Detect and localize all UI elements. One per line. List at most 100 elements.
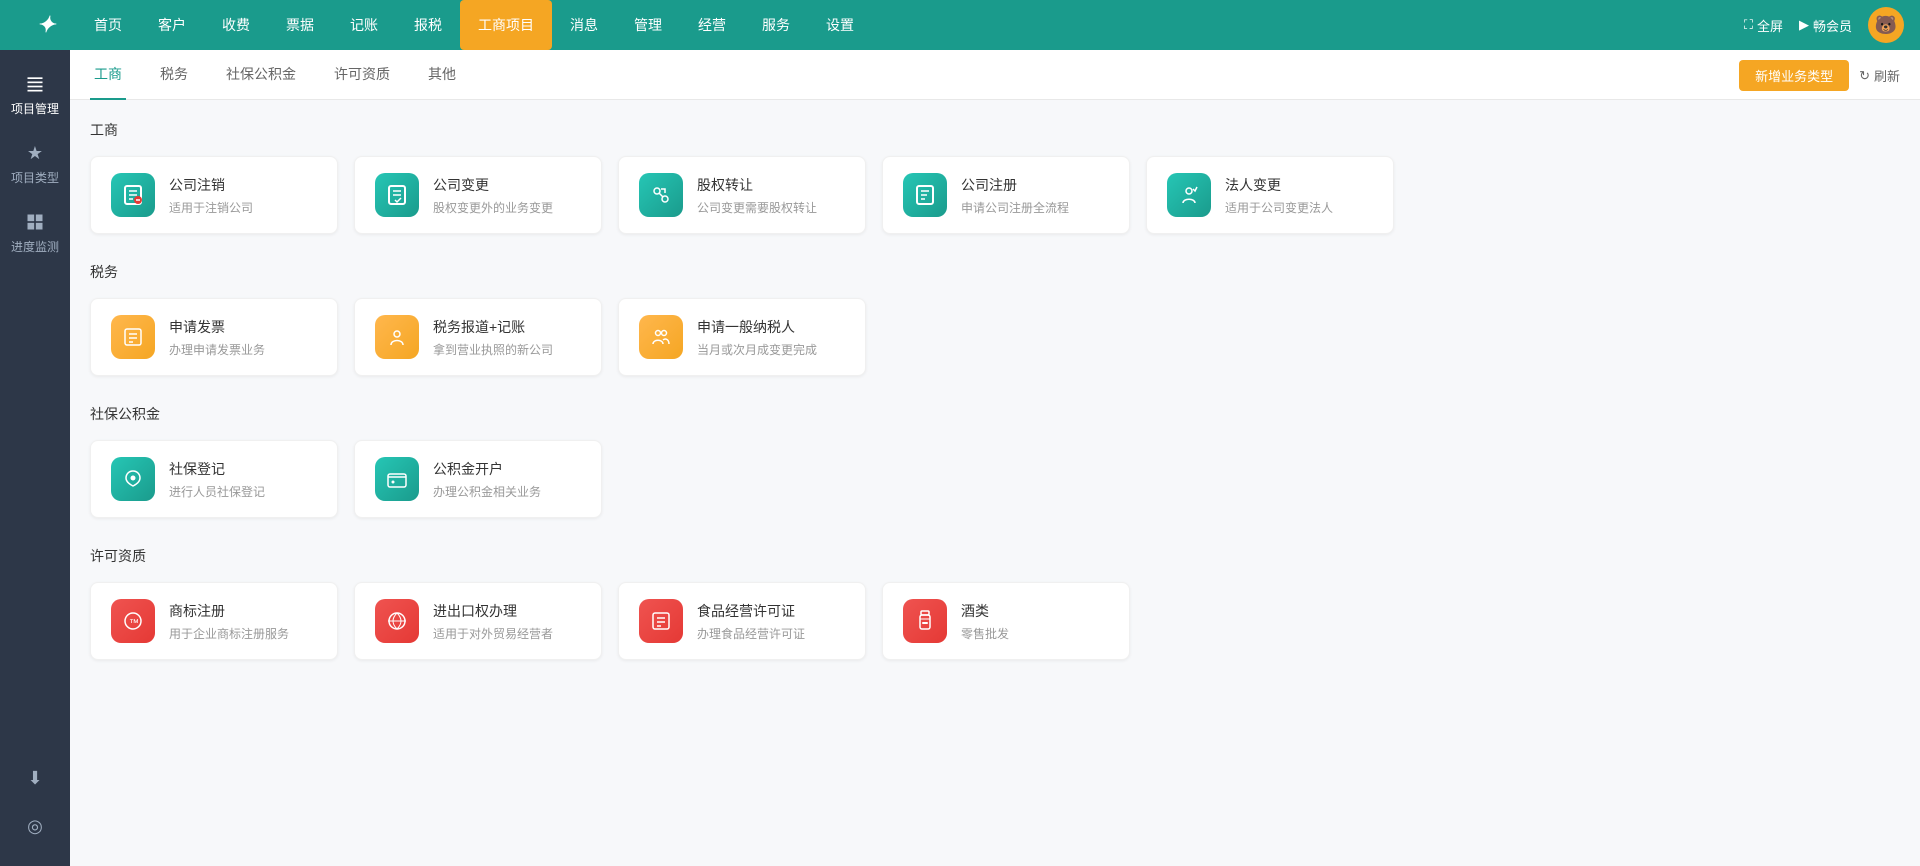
- import-export-icon: [375, 599, 419, 643]
- vip-button[interactable]: ▶ 畅会员: [1799, 16, 1852, 35]
- card-text-company-register: 公司注册 申请公司注册全流程: [961, 175, 1069, 216]
- tax-report-icon: [375, 315, 419, 359]
- top-nav-right: ⛶ 全屏 ▶ 畅会员 🐻: [1744, 7, 1904, 43]
- nav-items: 首页 客户 收费 票据 记账 报税 工商项目 消息 管理 经营 服务 设置: [76, 0, 1744, 50]
- nav-tax[interactable]: 报税: [396, 0, 460, 50]
- main-layout: 项目管理 ★ 项目类型 进度监测 ⬇ ◎ 工商 税务 社保公积金 许可资质 其他: [0, 50, 1920, 866]
- nav-home[interactable]: 首页: [76, 0, 140, 50]
- card-text-general-taxpayer: 申请一般纳税人 当月或次月成变更完成: [697, 317, 817, 358]
- legal-change-icon: [1167, 173, 1211, 217]
- card-trademark[interactable]: ™ 商标注册 用于企业商标注册服务: [90, 582, 338, 660]
- location-button[interactable]: ◎: [15, 806, 55, 846]
- refresh-icon: ↻: [1859, 68, 1870, 84]
- tab-bar: 工商 税务 社保公积金 许可资质 其他 新增业务类型 ↻ 刷新: [70, 50, 1920, 100]
- section-title-business: 工商: [90, 120, 1900, 140]
- card-equity-transfer[interactable]: 股权转让 公司变更需要股权转让: [618, 156, 866, 234]
- download-button[interactable]: ⬇: [15, 758, 55, 798]
- card-general-taxpayer[interactable]: 申请一般纳税人 当月或次月成变更完成: [618, 298, 866, 376]
- nav-messages[interactable]: 消息: [552, 0, 616, 50]
- nav-services[interactable]: 服务: [744, 0, 808, 50]
- tab-tax[interactable]: 税务: [156, 50, 192, 100]
- company-change-icon: [375, 173, 419, 217]
- sidebar-item-project-types[interactable]: ★ 项目类型: [0, 129, 70, 198]
- sidebar-item-label: 进度监测: [11, 238, 59, 255]
- top-navigation: ✦ 首页 客户 收费 票据 记账 报税 工商项目 消息 管理 经营 服务 设置 …: [0, 0, 1920, 50]
- card-alcohol[interactable]: 酒类 零售批发: [882, 582, 1130, 660]
- card-tax-report[interactable]: 税务报道+记账 拿到营业执照的新公司: [354, 298, 602, 376]
- social-register-icon: [111, 457, 155, 501]
- nav-accounting[interactable]: 记账: [332, 0, 396, 50]
- section-title-social: 社保公积金: [90, 404, 1900, 424]
- svg-text:™: ™: [129, 618, 139, 629]
- tab-business[interactable]: 工商: [90, 50, 126, 100]
- sidebar-item-progress-monitor[interactable]: 进度监测: [0, 198, 70, 267]
- star-icon: ★: [23, 141, 47, 165]
- grid-icon: [23, 210, 47, 234]
- card-text-tax-report: 税务报道+记账 拿到营业执照的新公司: [433, 317, 553, 358]
- card-text-invoice-apply: 申请发票 办理申请发票业务: [169, 317, 265, 358]
- card-text-equity-transfer: 股权转让 公司变更需要股权转让: [697, 175, 817, 216]
- section-business: 工商 公司注销 适用于注销公司: [90, 120, 1900, 234]
- nav-fees[interactable]: 收费: [204, 0, 268, 50]
- nav-settings[interactable]: 设置: [808, 0, 872, 50]
- food-license-icon: [639, 599, 683, 643]
- card-text-food-license: 食品经营许可证 办理食品经营许可证: [697, 601, 805, 642]
- card-text-company-cancel: 公司注销 适用于注销公司: [169, 175, 253, 216]
- tab-actions: 新增业务类型 ↻ 刷新: [1739, 60, 1900, 99]
- nav-customers[interactable]: 客户: [140, 0, 204, 50]
- license-cards-grid: ™ 商标注册 用于企业商标注册服务 进出口权办理: [90, 582, 1900, 660]
- card-text-alcohol: 酒类 零售批发: [961, 601, 1009, 642]
- card-text-trademark: 商标注册 用于企业商标注册服务: [169, 601, 289, 642]
- section-license: 许可资质 ™ 商标注册 用于企业商标注册服务: [90, 546, 1900, 660]
- nav-business[interactable]: 工商项目: [460, 0, 552, 50]
- card-invoice-apply[interactable]: 申请发票 办理申请发票业务: [90, 298, 338, 376]
- trademark-icon: ™: [111, 599, 155, 643]
- card-fund-open[interactable]: 公积金开户 办理公积金相关业务: [354, 440, 602, 518]
- card-text-legal-change: 法人变更 适用于公司变更法人: [1225, 175, 1333, 216]
- sidebar-item-label: 项目管理: [11, 100, 59, 117]
- fullscreen-button[interactable]: ⛶ 全屏: [1744, 16, 1783, 35]
- vip-icon: ▶: [1799, 17, 1809, 33]
- card-food-license[interactable]: 食品经营许可证 办理食品经营许可证: [618, 582, 866, 660]
- nav-invoices[interactable]: 票据: [268, 0, 332, 50]
- card-company-change[interactable]: 公司变更 股权变更外的业务变更: [354, 156, 602, 234]
- sidebar-item-project-mgmt[interactable]: 项目管理: [0, 60, 70, 129]
- card-company-register[interactable]: 公司注册 申请公司注册全流程: [882, 156, 1130, 234]
- card-legal-change[interactable]: 法人变更 适用于公司变更法人: [1146, 156, 1394, 234]
- sidebar-item-label: 项目类型: [11, 169, 59, 186]
- section-title-tax: 税务: [90, 262, 1900, 282]
- social-cards-grid: 社保登记 进行人员社保登记 公积金开户 办理公积金相关业务: [90, 440, 1900, 518]
- add-business-type-button[interactable]: 新增业务类型: [1739, 60, 1849, 91]
- refresh-button[interactable]: ↻ 刷新: [1859, 66, 1900, 85]
- sidebar: 项目管理 ★ 项目类型 进度监测 ⬇ ◎: [0, 50, 70, 866]
- card-import-export[interactable]: 进出口权办理 适用于对外贸易经营者: [354, 582, 602, 660]
- scrollable-content[interactable]: 工商 公司注销 适用于注销公司: [70, 100, 1920, 866]
- fullscreen-icon: ⛶: [1744, 17, 1753, 33]
- section-tax: 税务 申请发票 办理申请发票业务: [90, 262, 1900, 376]
- tab-social-security[interactable]: 社保公积金: [222, 50, 300, 100]
- card-text-fund-open: 公积金开户 办理公积金相关业务: [433, 459, 541, 500]
- card-text-company-change: 公司变更 股权变更外的业务变更: [433, 175, 553, 216]
- section-social: 社保公积金 社保登记 进行人员社保登记: [90, 404, 1900, 518]
- card-text-social-register: 社保登记 进行人员社保登记: [169, 459, 265, 500]
- invoice-apply-icon: [111, 315, 155, 359]
- sidebar-bottom: ⬇ ◎: [0, 758, 70, 866]
- tab-other[interactable]: 其他: [424, 50, 460, 100]
- company-register-icon: [903, 173, 947, 217]
- nav-management[interactable]: 管理: [616, 0, 680, 50]
- card-company-cancel[interactable]: 公司注销 适用于注销公司: [90, 156, 338, 234]
- business-cards-grid: 公司注销 适用于注销公司 公司变更 股权变更外的业务变更: [90, 156, 1900, 234]
- company-cancel-icon: [111, 173, 155, 217]
- app-logo: ✦: [16, 12, 76, 38]
- card-social-register[interactable]: 社保登记 进行人员社保登记: [90, 440, 338, 518]
- section-title-license: 许可资质: [90, 546, 1900, 566]
- content-area: 工商 税务 社保公积金 许可资质 其他 新增业务类型 ↻ 刷新 工商: [70, 50, 1920, 866]
- list-icon: [23, 72, 47, 96]
- equity-transfer-icon: [639, 173, 683, 217]
- tab-license[interactable]: 许可资质: [330, 50, 394, 100]
- tax-cards-grid: 申请发票 办理申请发票业务 税务报道+记账 拿到营业执照的新公司: [90, 298, 1900, 376]
- nav-operations[interactable]: 经营: [680, 0, 744, 50]
- card-text-import-export: 进出口权办理 适用于对外贸易经营者: [433, 601, 553, 642]
- avatar[interactable]: 🐻: [1868, 7, 1904, 43]
- alcohol-icon: [903, 599, 947, 643]
